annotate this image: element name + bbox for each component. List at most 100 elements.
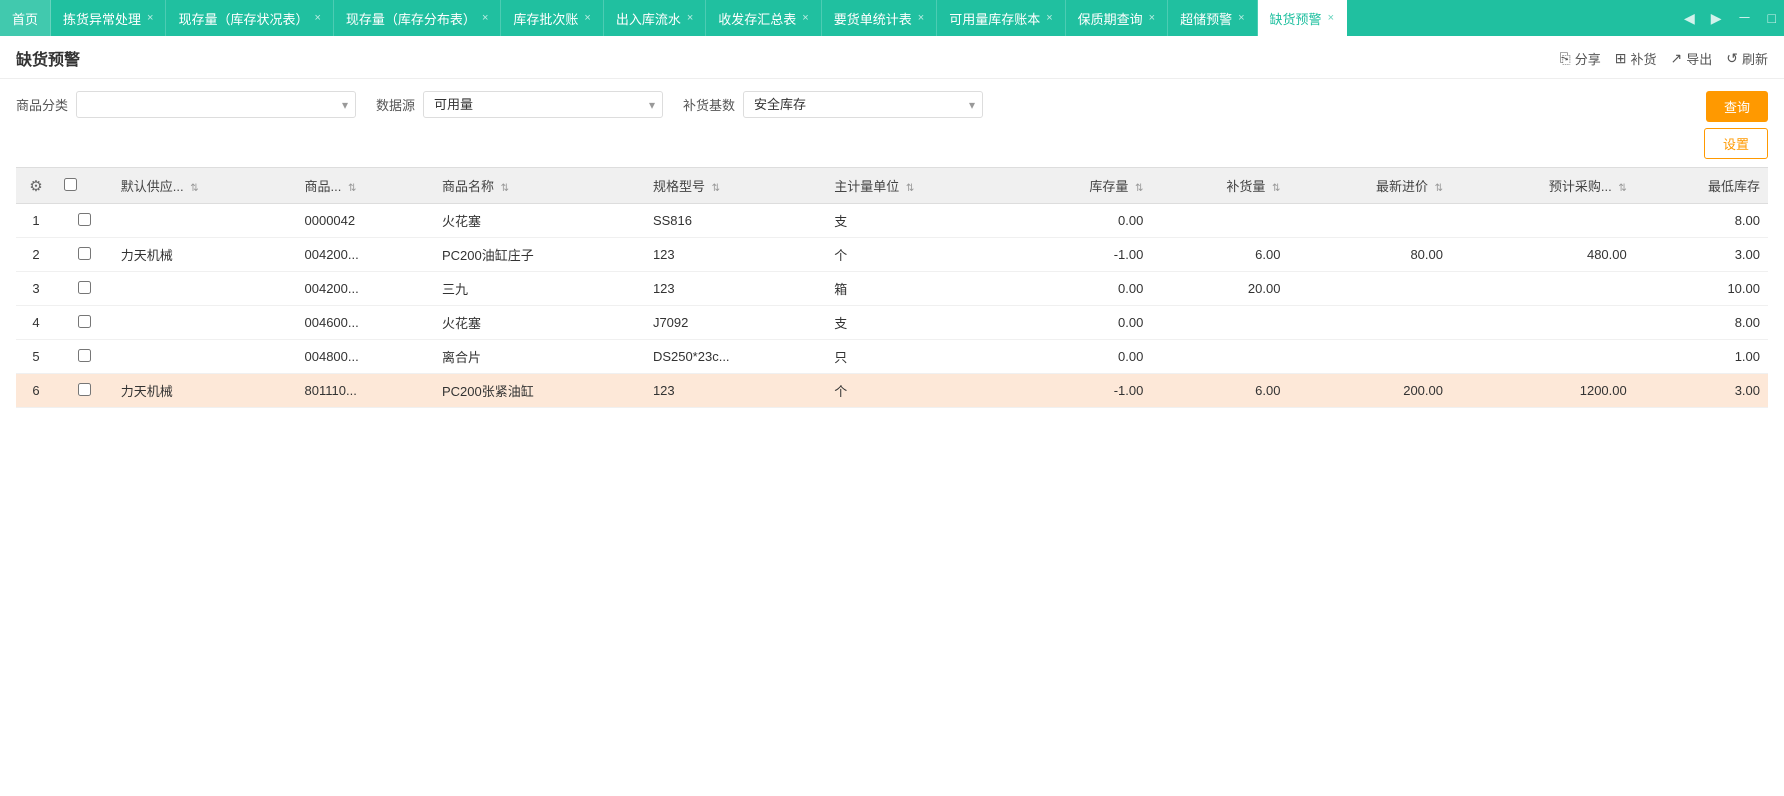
tab-inventory-status[interactable]: 现存量（库存状况表） × — [166, 0, 333, 36]
td-latest-price: 80.00 — [1288, 238, 1451, 272]
td-product-name: 火花塞 — [434, 204, 645, 238]
tab-inout[interactable]: 出入库流水 × — [604, 0, 706, 36]
td-supplier: 力天机械 — [113, 374, 297, 408]
th-unit: 主计量单位 ⇅ — [826, 168, 1014, 204]
tab-expiry[interactable]: 保质期查询 × — [1066, 0, 1168, 36]
select-all-checkbox[interactable] — [64, 178, 77, 191]
category-select[interactable] — [76, 91, 356, 118]
td-supplier — [113, 272, 297, 306]
th-product-code: 商品... ⇅ — [297, 168, 434, 204]
td-unit: 支 — [826, 204, 1014, 238]
query-button[interactable]: 查询 — [1706, 91, 1768, 122]
page-content: 缺货预警 ⎘ 分享 ⊞ 补货 ↗ 导出 ↺ 刷新 商品分类 — [0, 36, 1784, 796]
td-supplier — [113, 340, 297, 374]
td-product-code: 0000042 — [297, 204, 434, 238]
td-checkbox[interactable] — [56, 204, 113, 238]
tab-close-inventory-dist[interactable]: × — [482, 12, 488, 24]
td-min-stock: 8.00 — [1635, 204, 1768, 238]
tab-available[interactable]: 可用量库存账本 × — [937, 0, 1065, 36]
replenish-base-label: 补货基数 — [683, 95, 735, 114]
window-maximize[interactable]: □ — [1760, 10, 1784, 26]
tab-scroll-next[interactable]: ▶ — [1703, 10, 1730, 27]
td-product-code: 004600... — [297, 306, 434, 340]
refresh-button[interactable]: ↺ 刷新 — [1726, 49, 1768, 68]
tab-close-shortage[interactable]: × — [1328, 12, 1334, 24]
td-estimated-purchase: 1200.00 — [1451, 374, 1635, 408]
replenish-button[interactable]: ⊞ 补货 — [1615, 49, 1657, 68]
setting-button[interactable]: 设置 — [1704, 128, 1768, 159]
sort-est-icon[interactable]: ⇅ — [1618, 183, 1626, 194]
td-checkbox[interactable] — [56, 374, 113, 408]
tab-inventory-dist[interactable]: 现存量（库存分布表） × — [334, 0, 501, 36]
tab-batch[interactable]: 库存批次账 × — [501, 0, 603, 36]
tab-abnormal[interactable]: 拣货异常处理 × — [51, 0, 166, 36]
td-row-no: 3 — [16, 272, 56, 306]
sort-supplier-icon[interactable]: ⇅ — [190, 183, 198, 194]
tab-scroll-prev[interactable]: ◀ — [1676, 10, 1703, 27]
td-product-name: 三九 — [434, 272, 645, 306]
tab-close-demand[interactable]: × — [918, 12, 924, 24]
sort-spec-icon[interactable]: ⇅ — [712, 183, 720, 194]
td-checkbox[interactable] — [56, 340, 113, 374]
td-row-no: 4 — [16, 306, 56, 340]
th-estimated-purchase: 预计采购... ⇅ — [1451, 168, 1635, 204]
th-latest-price: 最新进价 ⇅ — [1288, 168, 1451, 204]
table-row: 5 004800... 离合片 DS250*23c... 只 0.00 1.00 — [16, 340, 1768, 374]
td-checkbox[interactable] — [56, 238, 113, 272]
td-row-no: 2 — [16, 238, 56, 272]
row-checkbox-5[interactable] — [78, 383, 91, 396]
row-checkbox-2[interactable] — [78, 281, 91, 294]
td-replenish — [1151, 306, 1288, 340]
replenish-icon: ⊞ — [1615, 50, 1627, 67]
td-product-name: 火花塞 — [434, 306, 645, 340]
tab-demand[interactable]: 要货单统计表 × — [822, 0, 937, 36]
tab-close-inout[interactable]: × — [687, 12, 693, 24]
tab-close-abnormal[interactable]: × — [147, 12, 153, 24]
tab-close-batch[interactable]: × — [584, 12, 590, 24]
sort-stock-icon[interactable]: ⇅ — [1135, 183, 1143, 194]
td-row-no: 1 — [16, 204, 56, 238]
tab-close-collect[interactable]: × — [802, 12, 808, 24]
sort-name-icon[interactable]: ⇅ — [501, 183, 509, 194]
row-checkbox-0[interactable] — [78, 213, 91, 226]
sort-price-icon[interactable]: ⇅ — [1435, 183, 1443, 194]
td-unit: 个 — [826, 374, 1014, 408]
td-unit: 个 — [826, 238, 1014, 272]
replenish-base-select[interactable]: 安全库存 — [743, 91, 983, 118]
table-row: 3 004200... 三九 123 箱 0.00 20.00 10.00 — [16, 272, 1768, 306]
th-supplier: 默认供应... ⇅ — [113, 168, 297, 204]
datasource-select[interactable]: 可用量 — [423, 91, 663, 118]
sort-unit-icon[interactable]: ⇅ — [906, 183, 914, 194]
td-product-code: 004200... — [297, 272, 434, 306]
table-row: 2 力天机械 004200... PC200油缸庄子 123 个 -1.00 6… — [16, 238, 1768, 272]
table-row: 1 0000042 火花塞 SS816 支 0.00 8.00 — [16, 204, 1768, 238]
sort-code-icon[interactable]: ⇅ — [348, 183, 356, 194]
td-stock: -1.00 — [1014, 238, 1151, 272]
td-row-no: 5 — [16, 340, 56, 374]
tab-overstock[interactable]: 超储预警 × — [1168, 0, 1257, 36]
td-row-no: 6 — [16, 374, 56, 408]
tab-shortage[interactable]: 缺货预警 × — [1258, 0, 1347, 36]
window-minimize[interactable]: － — [1730, 8, 1760, 28]
tab-close-overstock[interactable]: × — [1238, 12, 1244, 24]
sort-replenish-icon[interactable]: ⇅ — [1272, 183, 1280, 194]
row-checkbox-1[interactable] — [78, 247, 91, 260]
column-settings-icon[interactable]: ⚙ — [29, 177, 42, 195]
td-checkbox[interactable] — [56, 272, 113, 306]
tab-close-expiry[interactable]: × — [1149, 12, 1155, 24]
tab-close-available[interactable]: × — [1046, 12, 1052, 24]
export-button[interactable]: ↗ 导出 — [1671, 49, 1713, 68]
tab-collect[interactable]: 收发存汇总表 × — [706, 0, 821, 36]
tab-home[interactable]: 首页 — [0, 0, 51, 36]
tab-close-inventory-status[interactable]: × — [314, 12, 320, 24]
share-icon: ⎘ — [1560, 50, 1571, 67]
row-checkbox-3[interactable] — [78, 315, 91, 328]
refresh-icon: ↺ — [1726, 50, 1738, 67]
td-product-code: 801110... — [297, 374, 434, 408]
row-checkbox-4[interactable] — [78, 349, 91, 362]
share-button[interactable]: ⎘ 分享 — [1560, 49, 1601, 68]
td-unit: 只 — [826, 340, 1014, 374]
td-spec: SS816 — [645, 204, 826, 238]
td-checkbox[interactable] — [56, 306, 113, 340]
category-select-wrapper — [76, 91, 356, 118]
